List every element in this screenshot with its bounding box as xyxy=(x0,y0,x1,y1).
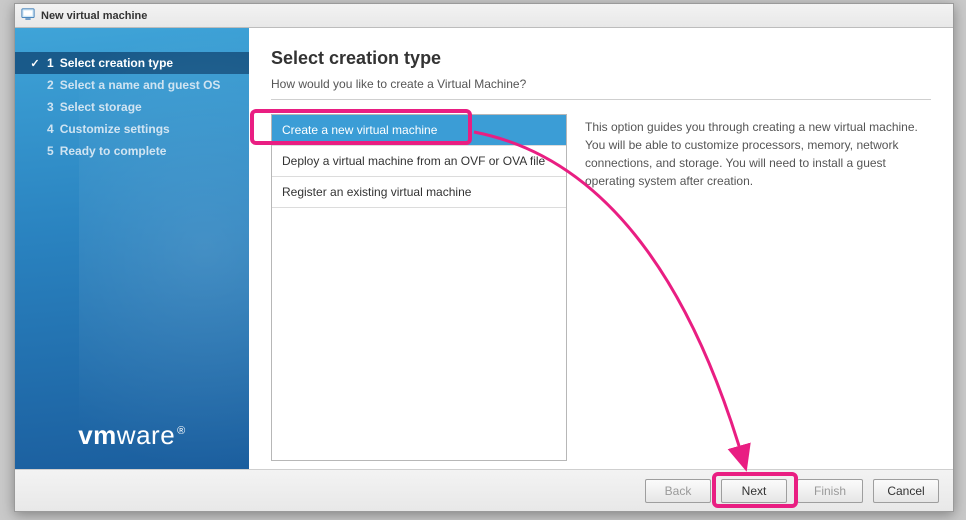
titlebar: New virtual machine xyxy=(15,4,953,28)
content-row: Create a new virtual machine Deploy a vi… xyxy=(271,114,931,461)
step-num: 5 xyxy=(47,144,54,158)
finish-button[interactable]: Finish xyxy=(797,479,863,503)
option-deploy-ovf[interactable]: Deploy a virtual machine from an OVF or … xyxy=(272,146,566,177)
step-num: 4 xyxy=(47,122,54,136)
vm-icon xyxy=(21,7,35,24)
step-label: Customize settings xyxy=(60,122,170,136)
wizard-footer: Back Next Finish Cancel xyxy=(15,469,953,511)
new-vm-dialog: New virtual machine ✓ 1 Select creation … xyxy=(14,3,954,512)
cancel-button[interactable]: Cancel xyxy=(873,479,939,503)
wizard-step-1[interactable]: ✓ 1 Select creation type xyxy=(15,52,249,74)
wizard-step-4[interactable]: 4 Customize settings xyxy=(15,118,249,140)
creation-type-list: Create a new virtual machine Deploy a vi… xyxy=(271,114,567,461)
dialog-body: ✓ 1 Select creation type 2 Select a name… xyxy=(15,28,953,469)
option-description: This option guides you through creating … xyxy=(585,114,931,461)
back-button[interactable]: Back xyxy=(645,479,711,503)
next-button[interactable]: Next xyxy=(721,479,787,503)
step-label: Ready to complete xyxy=(60,144,167,158)
divider xyxy=(271,99,931,100)
step-label: Select a name and guest OS xyxy=(60,78,221,92)
step-num: 2 xyxy=(47,78,54,92)
wizard-main: Select creation type How would you like … xyxy=(249,28,953,469)
dialog-title: New virtual machine xyxy=(41,10,147,22)
step-label: Select creation type xyxy=(60,56,173,70)
page-subtitle: How would you like to create a Virtual M… xyxy=(271,77,931,91)
option-register-existing[interactable]: Register an existing virtual machine xyxy=(272,177,566,208)
wizard-step-5[interactable]: 5 Ready to complete xyxy=(15,140,249,162)
check-icon: ✓ xyxy=(29,57,41,70)
wizard-step-2[interactable]: 2 Select a name and guest OS xyxy=(15,74,249,96)
vmware-logo: vmware® xyxy=(15,420,249,451)
wizard-sidebar: ✓ 1 Select creation type 2 Select a name… xyxy=(15,28,249,469)
wizard-step-3[interactable]: 3 Select storage xyxy=(15,96,249,118)
step-label: Select storage xyxy=(60,100,142,114)
step-num: 1 xyxy=(47,56,54,70)
option-create-new-vm[interactable]: Create a new virtual machine xyxy=(272,115,566,146)
page-title: Select creation type xyxy=(271,48,931,69)
step-num: 3 xyxy=(47,100,54,114)
